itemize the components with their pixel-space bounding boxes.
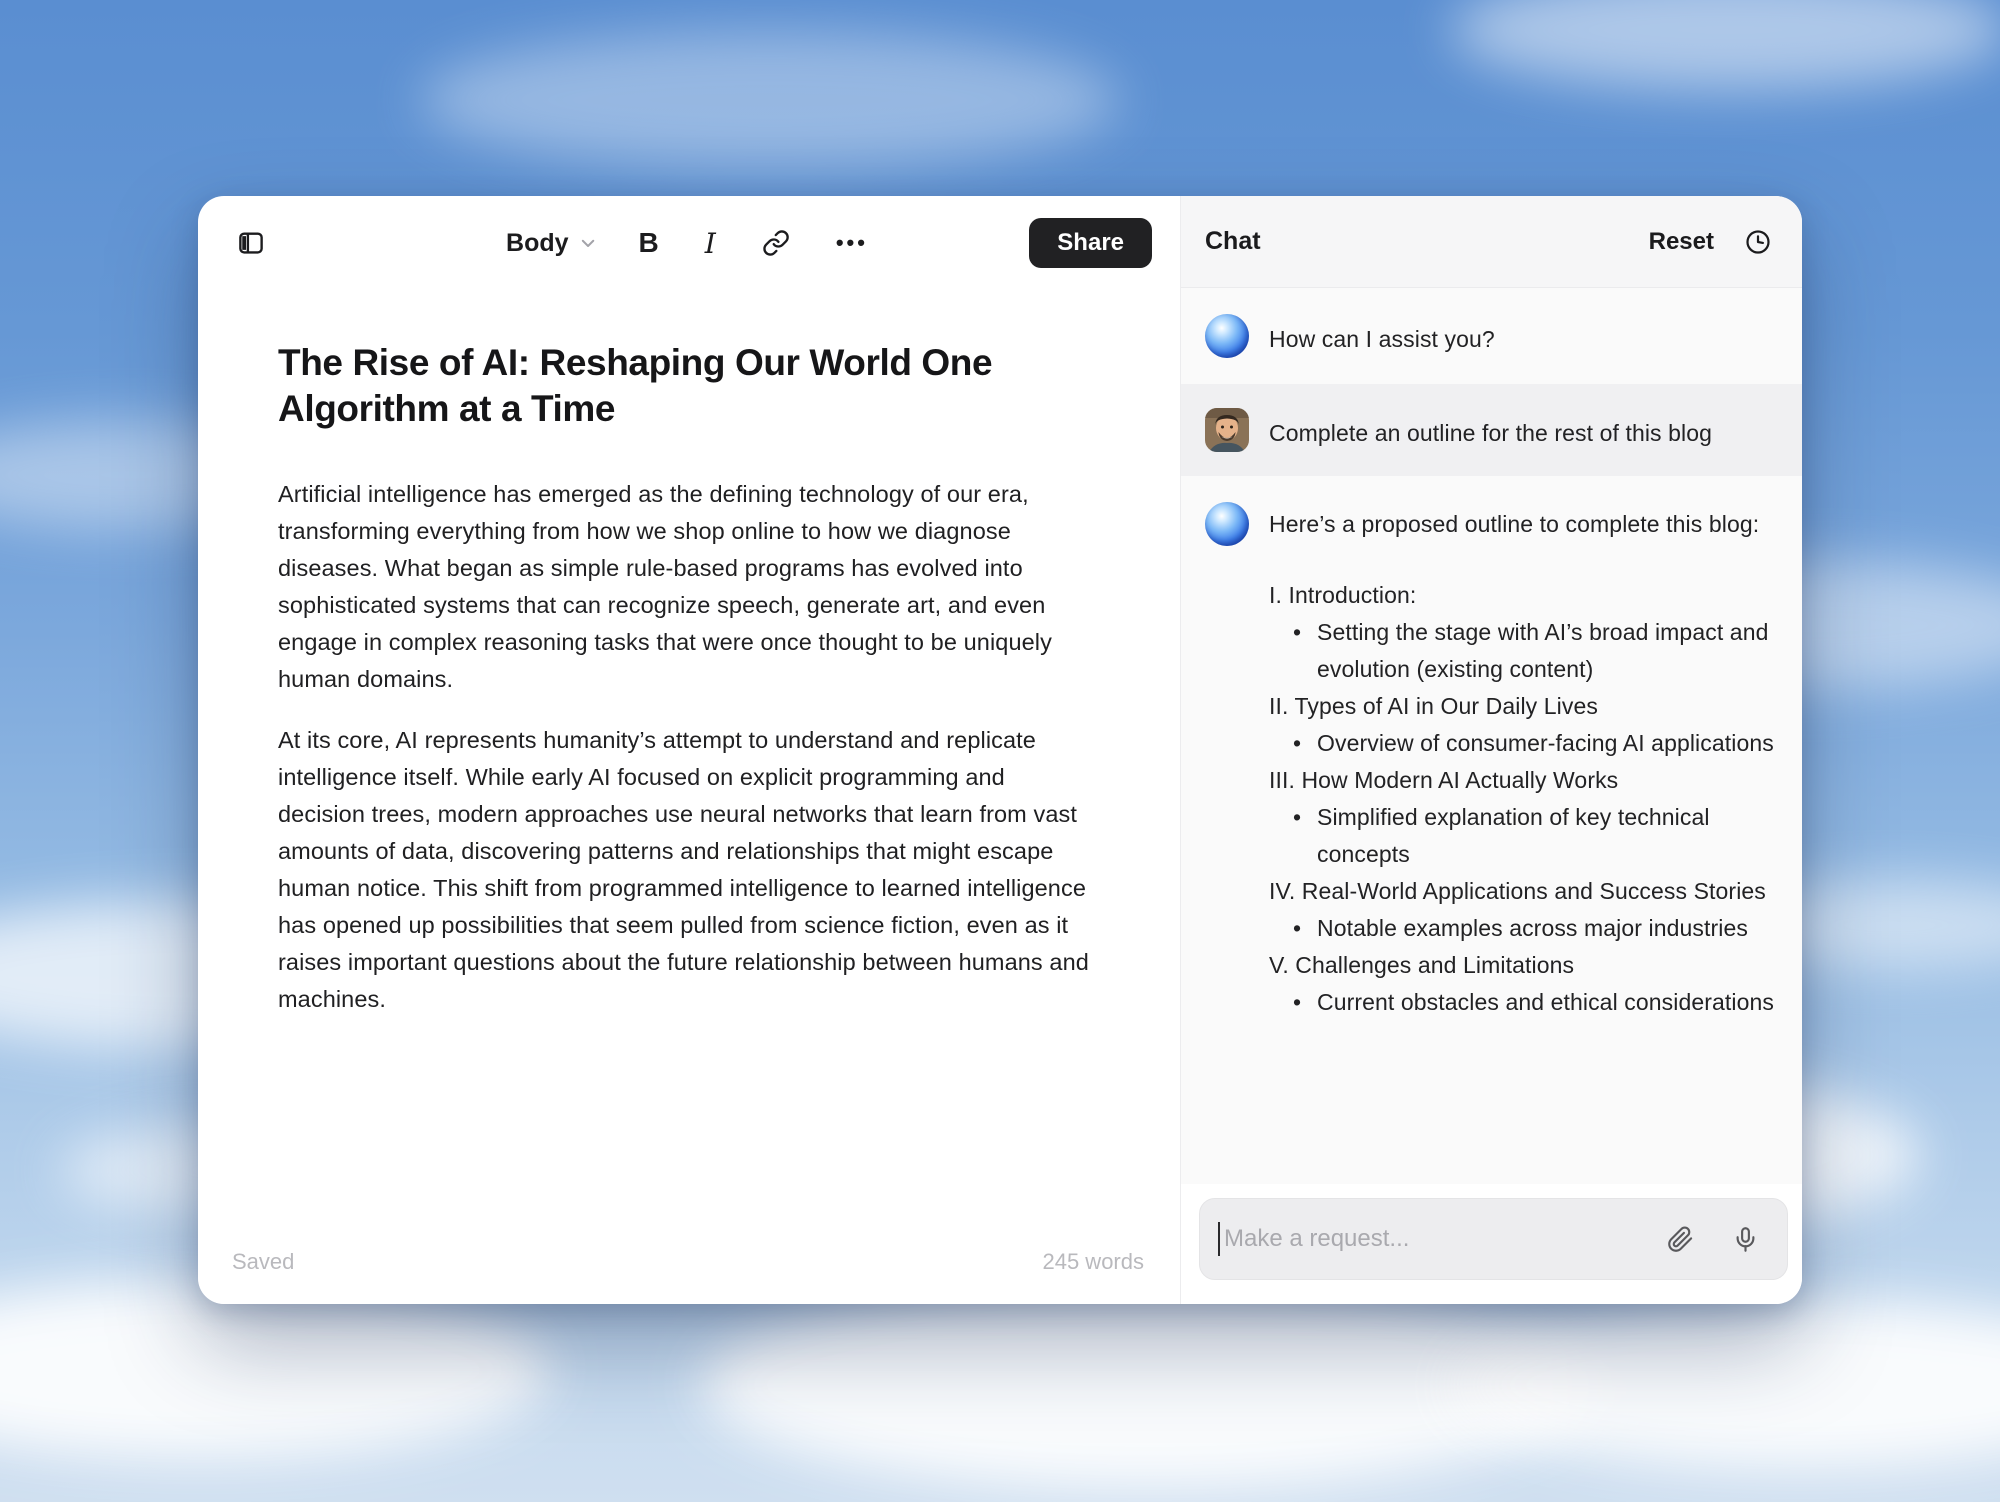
document-body: Artificial intelligence has emerged as t…	[278, 476, 1094, 1018]
chat-outline-message: Here’s a proposed outline to complete th…	[1269, 502, 1782, 1021]
sidebar-toggle-button[interactable]	[232, 224, 270, 262]
outline-list: I. Introduction: Setting the stage with …	[1269, 577, 1782, 1021]
outline-intro: Here’s a proposed outline to complete th…	[1269, 506, 1782, 543]
chat-message-user: Complete an outline for the rest of this…	[1181, 384, 1802, 476]
outline-heading: I. Introduction:	[1269, 577, 1782, 614]
chat-message-text: How can I assist you?	[1269, 314, 1495, 358]
outline-heading: II. Types of AI in Our Daily Lives	[1269, 688, 1782, 725]
request-input-container[interactable]	[1199, 1198, 1788, 1280]
chevron-down-icon	[579, 234, 597, 252]
user-avatar	[1205, 408, 1249, 452]
word-count: 245 words	[1042, 1249, 1144, 1275]
clock-icon	[1744, 228, 1772, 256]
document-paragraph[interactable]: Artificial intelligence has emerged as t…	[278, 476, 1094, 698]
assistant-orb-avatar	[1205, 314, 1249, 358]
outline-bullet: Setting the stage with AI’s broad impact…	[1269, 614, 1782, 688]
outline-heading: III. How Modern AI Actually Works	[1269, 762, 1782, 799]
link-icon	[762, 229, 790, 257]
chat-message-assistant: How can I assist you?	[1181, 288, 1802, 384]
italic-button[interactable]: I	[701, 223, 720, 264]
share-button[interactable]: Share	[1029, 218, 1152, 268]
save-status: Saved	[232, 1249, 294, 1275]
document-content[interactable]: The Rise of AI: Reshaping Our World One …	[198, 290, 1180, 1018]
document-title[interactable]: The Rise of AI: Reshaping Our World One …	[278, 340, 1094, 432]
app-window: Body B I	[198, 196, 1802, 1304]
desktop-background: Body B I	[0, 0, 2000, 1502]
request-input[interactable]	[1220, 1225, 1663, 1253]
chat-message-assistant-outline: Here’s a proposed outline to complete th…	[1181, 476, 1802, 1047]
panel-left-icon	[236, 228, 266, 258]
chat-title: Chat	[1205, 227, 1261, 256]
paperclip-icon	[1667, 1226, 1694, 1253]
chat-header: Chat Reset	[1181, 196, 1802, 288]
paragraph-style-dropdown[interactable]: Body	[506, 229, 597, 258]
history-button[interactable]	[1740, 224, 1776, 260]
attach-file-button[interactable]	[1663, 1222, 1698, 1257]
outline-bullet: Overview of consumer-facing AI applicati…	[1269, 725, 1782, 762]
microphone-icon	[1732, 1226, 1759, 1253]
chat-message-list[interactable]: How can I assist you?	[1181, 288, 1802, 1184]
editor-statusbar: Saved 245 words	[198, 1238, 1180, 1304]
voice-input-button[interactable]	[1728, 1222, 1763, 1257]
reset-button[interactable]: Reset	[1649, 228, 1714, 256]
editor-pane: Body B I	[198, 196, 1180, 1304]
more-options-button[interactable]: •••	[832, 226, 872, 260]
document-paragraph[interactable]: At its core, AI represents humanity’s at…	[278, 722, 1094, 1018]
outline-heading: IV. Real-World Applications and Success …	[1269, 873, 1782, 910]
chat-message-text: Complete an outline for the rest of this…	[1269, 408, 1712, 452]
paragraph-style-label: Body	[506, 229, 569, 258]
assistant-orb-avatar	[1205, 502, 1249, 546]
outline-bullet: Notable examples across major industries	[1269, 910, 1782, 947]
outline-bullet: Current obstacles and ethical considerat…	[1269, 984, 1782, 1021]
bold-button[interactable]: B	[635, 223, 663, 263]
chat-input-bar	[1181, 1184, 1802, 1304]
chat-panel: Chat Reset	[1180, 196, 1802, 1304]
outline-heading: V. Challenges and Limitations	[1269, 947, 1782, 984]
outline-bullet: Simplified explanation of key technical …	[1269, 799, 1782, 873]
link-button[interactable]	[758, 225, 794, 261]
editor-toolbar: Body B I	[198, 196, 1180, 290]
